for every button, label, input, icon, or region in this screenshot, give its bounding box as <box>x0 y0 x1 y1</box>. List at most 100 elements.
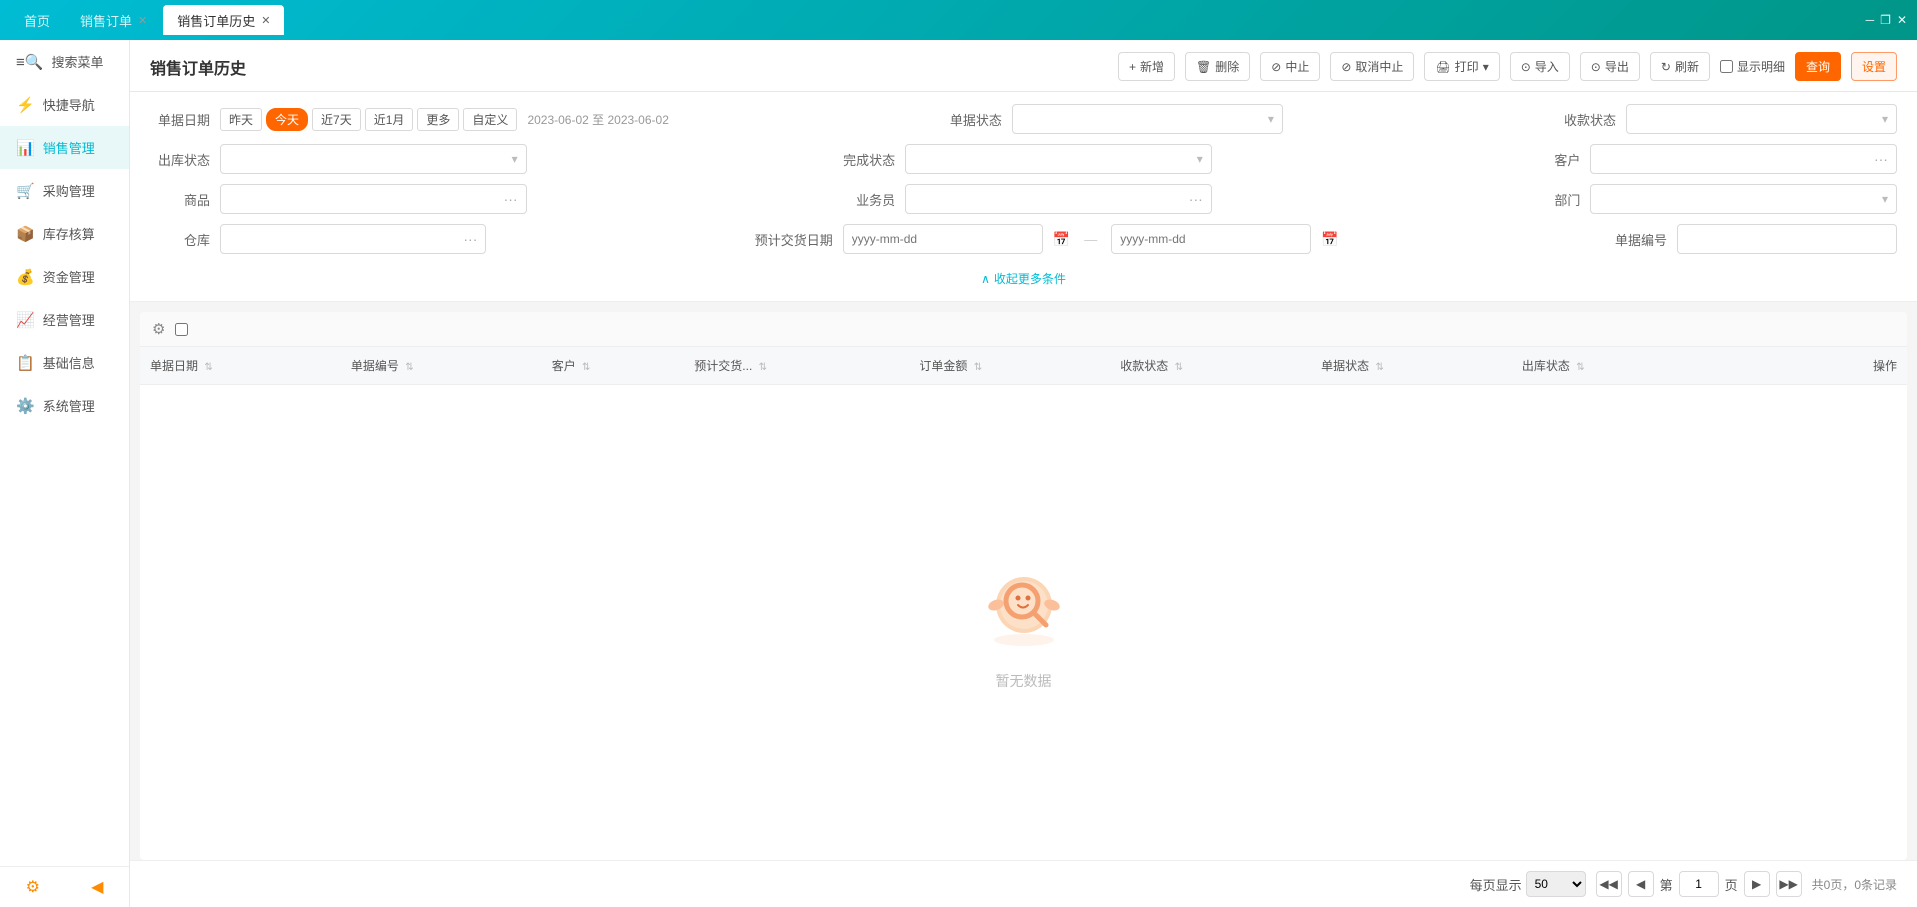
collapse-bar[interactable]: ∧ 收起更多条件 <box>150 264 1897 289</box>
col-amount[interactable]: 订单金额 ⇅ <box>909 347 1110 385</box>
out-status-select[interactable]: ▾ <box>220 144 527 174</box>
date-btn-custom[interactable]: 自定义 <box>463 108 517 131</box>
expected-date-start[interactable] <box>843 224 1043 254</box>
tab-sales-order-history-close[interactable]: ✕ <box>261 14 270 27</box>
page-label-pre: 第 <box>1660 875 1673 894</box>
col-expected-date-sort[interactable]: ⇅ <box>759 362 767 373</box>
close-btn[interactable]: ✕ <box>1897 13 1907 27</box>
sidebar-item-quick-nav[interactable]: ⚡ 快捷导航 <box>0 83 129 126</box>
stop-button[interactable]: ⊘ 中止 <box>1260 52 1320 81</box>
salesperson-select[interactable]: ··· <box>905 184 1212 214</box>
print-arrow-icon: ▾ <box>1483 60 1489 74</box>
col-bill-status-sort[interactable]: ⇅ <box>1375 362 1383 373</box>
settings-button[interactable]: 设置 <box>1851 52 1897 81</box>
sidebar-item-sales-mgmt[interactable]: 📊 销售管理 <box>0 126 129 169</box>
filter-row-1: 单据日期 昨天 今天 近7天 近1月 更多 自定义 2023-06-02 至 2… <box>150 104 1897 134</box>
sidebar-item-operations[interactable]: 📈 经营管理 <box>0 298 129 341</box>
finance-icon: 💰 <box>16 268 35 286</box>
sales-mgmt-icon: 📊 <box>16 139 35 157</box>
col-bill-status[interactable]: 单据状态 ⇅ <box>1311 347 1512 385</box>
col-payment-status-sort[interactable]: ⇅ <box>1175 362 1183 373</box>
col-amount-sort[interactable]: ⇅ <box>974 362 982 373</box>
date-btn-1month[interactable]: 近1月 <box>365 108 414 131</box>
goods-dots[interactable]: ··· <box>504 191 518 207</box>
settings-button-label: 设置 <box>1862 58 1886 75</box>
expected-date-end[interactable] <box>1111 224 1311 254</box>
col-out-status-label: 出库状态 <box>1522 359 1570 373</box>
toolbar: + 新增 🗑 删除 ⊘ 中止 ⊘ 取消中止 <box>1118 52 1897 81</box>
col-date-sort[interactable]: ⇅ <box>204 362 212 373</box>
column-settings-icon[interactable]: ⚙ <box>152 320 165 338</box>
goods-select[interactable]: ··· <box>220 184 527 214</box>
tab-sales-order-close[interactable]: ✕ <box>138 14 147 27</box>
new-icon: + <box>1129 60 1136 74</box>
customer-dots[interactable]: ··· <box>1874 151 1888 167</box>
sidebar-item-purchase-mgmt[interactable]: 🛒 采购管理 <box>0 169 129 212</box>
sidebar-item-basic-info[interactable]: 📋 基础信息 <box>0 341 129 384</box>
delete-icon: 🗑 <box>1196 60 1211 74</box>
payment-status-label: 收款状态 <box>1556 110 1616 129</box>
calendar-end-icon[interactable]: 📅 <box>1321 231 1338 248</box>
print-button[interactable]: 🖨 打印 ▾ <box>1424 52 1499 81</box>
date-btn-7days[interactable]: 近7天 <box>312 108 361 131</box>
warehouse-select[interactable]: ··· <box>220 224 486 254</box>
tab-home[interactable]: 首页 <box>10 5 64 35</box>
col-payment-status[interactable]: 收款状态 ⇅ <box>1110 347 1311 385</box>
refresh-button[interactable]: ↻ 刷新 <box>1650 52 1710 81</box>
complete-status-select[interactable]: ▾ <box>905 144 1212 174</box>
cancel-stop-button[interactable]: ⊘ 取消中止 <box>1330 52 1414 81</box>
col-out-status-sort[interactable]: ⇅ <box>1576 362 1584 373</box>
col-date[interactable]: 单据日期 ⇅ <box>140 347 341 385</box>
select-all-checkbox[interactable] <box>175 323 188 336</box>
first-page-btn[interactable]: ◀◀ <box>1596 871 1622 897</box>
col-out-status[interactable]: 出库状态 ⇅ <box>1512 347 1713 385</box>
page-number-input[interactable] <box>1679 871 1719 897</box>
date-btn-today[interactable]: 今天 <box>266 108 308 131</box>
query-button[interactable]: 查询 <box>1795 52 1841 81</box>
prev-page-btn[interactable]: ◀ <box>1628 871 1654 897</box>
last-page-btn[interactable]: ▶▶ <box>1776 871 1802 897</box>
filter-area: 单据日期 昨天 今天 近7天 近1月 更多 自定义 2023-06-02 至 2… <box>130 92 1917 302</box>
new-button[interactable]: + 新增 <box>1118 52 1175 81</box>
warehouse-dots[interactable]: ··· <box>463 231 477 247</box>
import-button[interactable]: ⊙ 导入 <box>1510 52 1570 81</box>
cancel-stop-button-label: 取消中止 <box>1355 58 1403 75</box>
page-label-post: 页 <box>1725 875 1738 894</box>
payment-status-select[interactable]: ▾ <box>1626 104 1897 134</box>
calendar-start-icon[interactable]: 📅 <box>1053 231 1070 248</box>
col-customer[interactable]: 客户 ⇅ <box>542 347 685 385</box>
cancel-stop-icon: ⊘ <box>1341 60 1351 74</box>
minimize-btn[interactable]: ─ <box>1866 13 1875 27</box>
sidebar-item-inventory[interactable]: 📦 库存核算 <box>0 212 129 255</box>
export-button-label: 导出 <box>1605 58 1629 75</box>
export-button[interactable]: ⊙ 导出 <box>1580 52 1640 81</box>
customer-select[interactable]: ··· <box>1590 144 1897 174</box>
sidebar-item-search-menu[interactable]: ≡🔍 搜索菜单 <box>0 40 129 83</box>
department-select[interactable]: ▾ <box>1590 184 1897 214</box>
tab-sales-order-history[interactable]: 销售订单历史 ✕ <box>163 5 284 35</box>
sidebar-item-inventory-label: 库存核算 <box>43 224 95 243</box>
salesperson-dots[interactable]: ··· <box>1189 191 1203 207</box>
date-btn-more[interactable]: 更多 <box>417 108 459 131</box>
col-number-sort[interactable]: ⇅ <box>405 362 413 373</box>
sidebar-settings-icon[interactable]: ⚙ <box>26 877 40 897</box>
bill-status-label: 单据状态 <box>942 110 1002 129</box>
date-btn-yesterday[interactable]: 昨天 <box>220 108 262 131</box>
delete-button-label: 删除 <box>1215 58 1239 75</box>
col-customer-sort[interactable]: ⇅ <box>582 362 590 373</box>
next-page-btn[interactable]: ▶ <box>1744 871 1770 897</box>
per-page-dropdown[interactable]: 50 10 20 100 <box>1526 871 1586 897</box>
sidebar-item-system-mgmt[interactable]: ⚙️ 系统管理 <box>0 384 129 427</box>
sidebar-collapse-icon[interactable]: ◀ <box>91 877 103 897</box>
bill-status-select[interactable]: ▾ <box>1012 104 1283 134</box>
tab-sales-order[interactable]: 销售订单 ✕ <box>66 5 161 35</box>
col-expected-date[interactable]: 预计交货... ⇅ <box>684 347 909 385</box>
col-payment-status-label: 收款状态 <box>1120 359 1168 373</box>
bill-number-input[interactable] <box>1677 224 1897 254</box>
col-number[interactable]: 单据编号 ⇅ <box>341 347 542 385</box>
show-details-checkbox[interactable] <box>1720 60 1733 73</box>
sidebar-item-finance[interactable]: 💰 资金管理 <box>0 255 129 298</box>
restore-btn[interactable]: ❐ <box>1880 13 1891 27</box>
delete-button[interactable]: 🗑 删除 <box>1185 52 1250 81</box>
show-details-checkbox-label[interactable]: 显示明细 <box>1720 58 1785 75</box>
